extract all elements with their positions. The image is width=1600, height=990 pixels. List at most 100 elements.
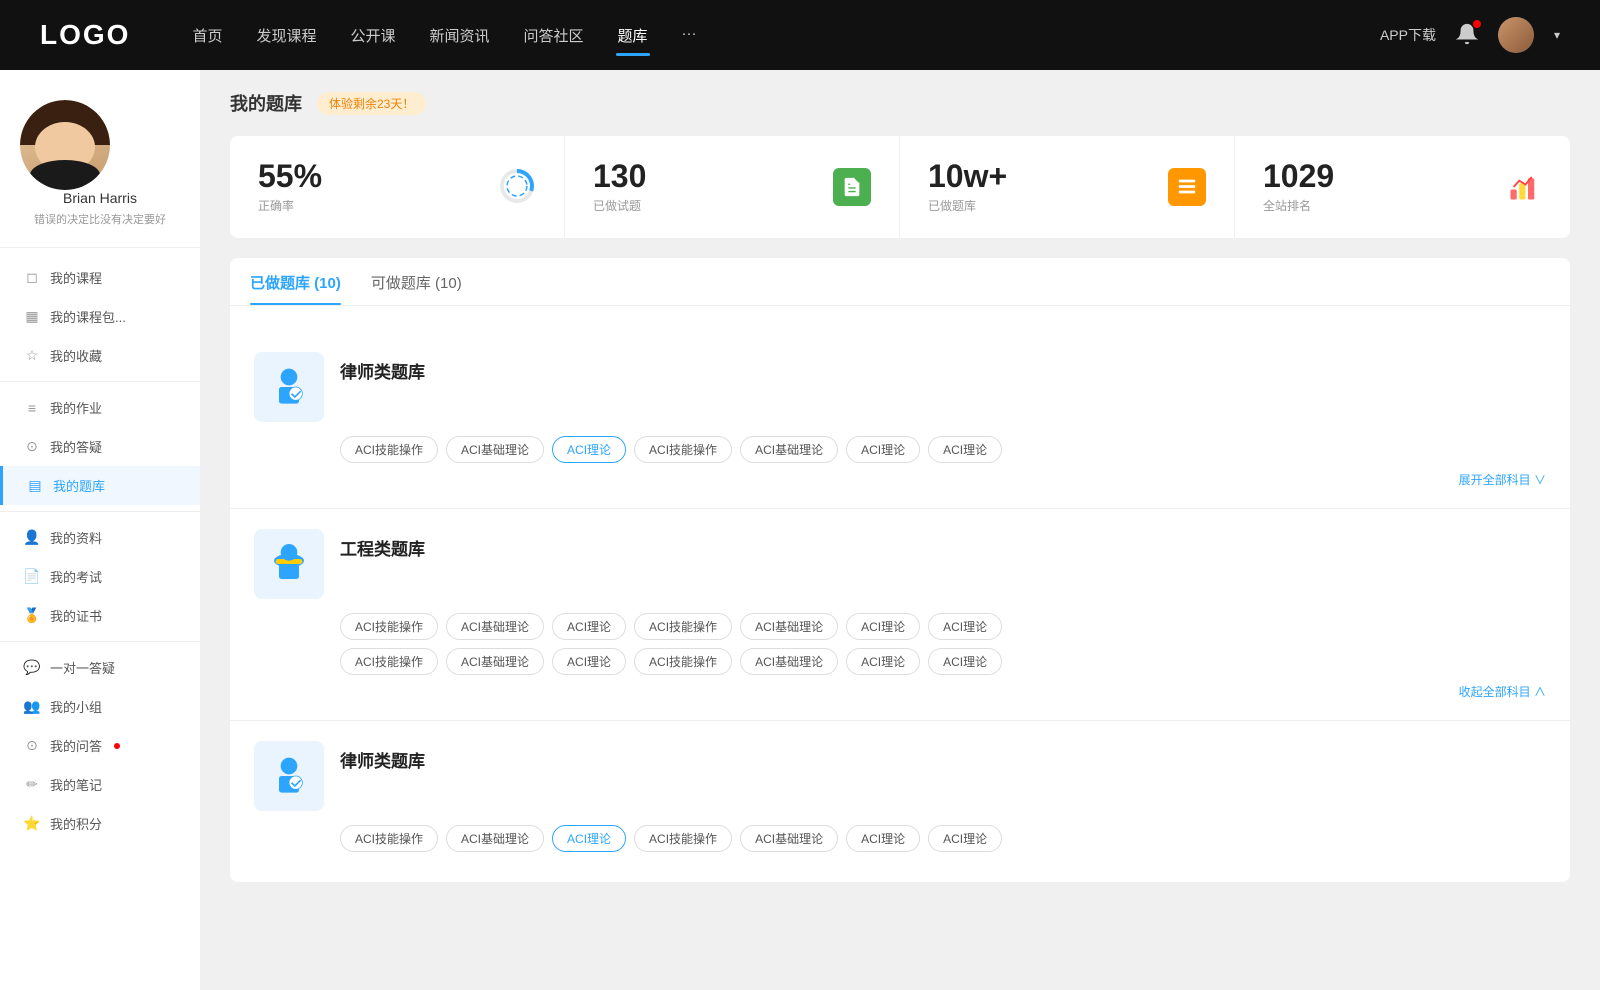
user-dropdown-arrow[interactable]: ▾ [1554,28,1560,42]
nav-discover[interactable]: 发现课程 [254,21,318,50]
tag[interactable]: ACI基础理论 [740,613,838,640]
tag[interactable]: ACI技能操作 [634,613,732,640]
profile-icon: 👤 [24,530,40,546]
ranking-icon [1504,168,1542,206]
quiz-icon: ▤ [27,478,43,494]
qna-badge [114,743,120,749]
sidebar: Brian Harris 错误的决定比没有决定要好 ◻ 我的课程 ▦ 我的课程包… [0,70,200,990]
sidebar-item-tutoring[interactable]: 💬 一对一答疑 [0,648,200,687]
engineer-icon [264,539,314,589]
tag[interactable]: ACI基础理论 [740,825,838,852]
sidebar-item-label: 我的资料 [50,528,102,547]
sidebar-item-quiz[interactable]: ▤ 我的题库 [0,466,200,505]
sidebar-item-points[interactable]: ⭐ 我的积分 [0,804,200,843]
tag[interactable]: ACI理论 [552,648,626,675]
tag[interactable]: ACI理论 [928,436,1002,463]
sidebar-item-favorites[interactable]: ☆ 我的收藏 [0,336,200,375]
tag[interactable]: ACI技能操作 [634,648,732,675]
tag[interactable]: ACI理论 [846,825,920,852]
tab-done[interactable]: 已做题库 (10) [250,272,341,305]
tag[interactable]: ACI基础理论 [740,436,838,463]
certs-icon: 🏅 [24,608,40,624]
subject-name-lawyer-3: 律师类题库 [340,747,425,772]
sidebar-item-certs[interactable]: 🏅 我的证书 [0,596,200,635]
tag[interactable]: ACI基础理论 [446,613,544,640]
sidebar-item-packages[interactable]: ▦ 我的课程包... [0,297,200,336]
tag[interactable]: ACI技能操作 [340,613,438,640]
tag[interactable]: ACI基础理论 [446,648,544,675]
tag[interactable]: ACI理论 [846,436,920,463]
sidebar-divider-2 [0,511,200,512]
sidebar-item-homework[interactable]: ≡ 我的作业 [0,388,200,427]
subjects-area: 律师类题库 ACI技能操作 ACI基础理论 ACI理论 ACI技能操作 ACI基… [230,322,1570,882]
stat-accuracy-icon-area [498,167,536,208]
packages-icon: ▦ [24,309,40,325]
sidebar-item-profile[interactable]: 👤 我的资料 [0,518,200,557]
done-banks-icon [1168,168,1206,206]
sidebar-item-exams[interactable]: 📄 我的考试 [0,557,200,596]
sidebar-item-label: 我的答疑 [50,437,102,456]
stat-done-banks-content: 10w+ 已做题库 [928,160,1007,214]
collapse-link-engineer[interactable]: 收起全部科目 ∧ [340,683,1546,700]
nav-qa[interactable]: 问答社区 [522,21,586,50]
stat-done-questions-icon-area [833,168,871,206]
lawyer-icon-3 [264,751,314,801]
main-content: 我的题库 体验剩余23天！ 55% 正确率 [200,70,1600,990]
tags-row-engineer-1: ACI技能操作 ACI基础理论 ACI理论 ACI技能操作 ACI基础理论 AC… [340,613,1546,640]
stat-done-banks: 10w+ 已做题库 [900,136,1235,238]
tag[interactable]: ACI理论 [928,825,1002,852]
logo[interactable]: LOGO [40,19,130,51]
tag[interactable]: ACI技能操作 [340,648,438,675]
stats-row: 55% 正确率 130 已做试题 [230,136,1570,238]
tags-row-lawyer-3: ACI技能操作 ACI基础理论 ACI理论 ACI技能操作 ACI基础理论 AC… [340,825,1546,852]
tag[interactable]: ACI理论 [928,613,1002,640]
tag[interactable]: ACI技能操作 [340,825,438,852]
nav-quiz[interactable]: 题库 [616,21,650,50]
tag[interactable]: ACI技能操作 [634,436,732,463]
tag[interactable]: ACI基础理论 [740,648,838,675]
expand-link-lawyer-1[interactable]: 展开全部科目 ∨ [340,471,1546,488]
tag-active[interactable]: ACI理论 [552,436,626,463]
page-title-row: 我的题库 体验剩余23天！ [230,90,1570,116]
sidebar-item-groups[interactable]: 👥 我的小组 [0,687,200,726]
questions-icon: ⊙ [24,439,40,455]
sidebar-username: Brian Harris [20,190,180,206]
tag[interactable]: ACI技能操作 [340,436,438,463]
sidebar-item-questions[interactable]: ⊙ 我的答疑 [0,427,200,466]
page-layout: Brian Harris 错误的决定比没有决定要好 ◻ 我的课程 ▦ 我的课程包… [0,70,1600,990]
app-download-button[interactable]: APP下载 [1380,25,1436,45]
points-icon: ⭐ [24,816,40,832]
stat-done-questions: 130 已做试题 [565,136,900,238]
subject-name-lawyer-1: 律师类题库 [340,358,425,383]
tag[interactable]: ACI理论 [552,613,626,640]
sidebar-item-label: 我的作业 [50,398,102,417]
lawyer-icon-wrap-3 [254,741,324,811]
nav-more[interactable]: ··· [680,21,699,50]
qna-icon: ⊙ [24,738,40,754]
sidebar-divider-3 [0,641,200,642]
nav-news[interactable]: 新闻资讯 [428,21,492,50]
tag[interactable]: ACI技能操作 [634,825,732,852]
sidebar-item-label: 我的课程 [50,268,102,287]
nav-home[interactable]: 首页 [190,21,224,50]
nav-open[interactable]: 公开课 [348,21,397,50]
tag-active[interactable]: ACI理论 [552,825,626,852]
tutoring-icon: 💬 [24,660,40,676]
subject-header: 律师类题库 [254,352,1546,422]
stat-accuracy-label: 正确率 [258,197,322,214]
notification-bell[interactable] [1456,23,1478,48]
sidebar-motto: 错误的决定比没有决定要好 [20,211,180,227]
tag[interactable]: ACI基础理论 [446,825,544,852]
done-questions-icon [833,168,871,206]
trial-badge: 体验剩余23天！ [317,92,426,115]
tag[interactable]: ACI理论 [846,648,920,675]
sidebar-item-notes[interactable]: ✏ 我的笔记 [0,765,200,804]
tab-available[interactable]: 可做题库 (10) [371,272,462,305]
user-avatar[interactable] [1498,17,1534,53]
tag[interactable]: ACI理论 [928,648,1002,675]
sidebar-item-courses[interactable]: ◻ 我的课程 [0,258,200,297]
sidebar-item-label: 一对一答疑 [50,658,115,677]
tag[interactable]: ACI理论 [846,613,920,640]
sidebar-item-qna[interactable]: ⊙ 我的问答 [0,726,200,765]
tag[interactable]: ACI基础理论 [446,436,544,463]
